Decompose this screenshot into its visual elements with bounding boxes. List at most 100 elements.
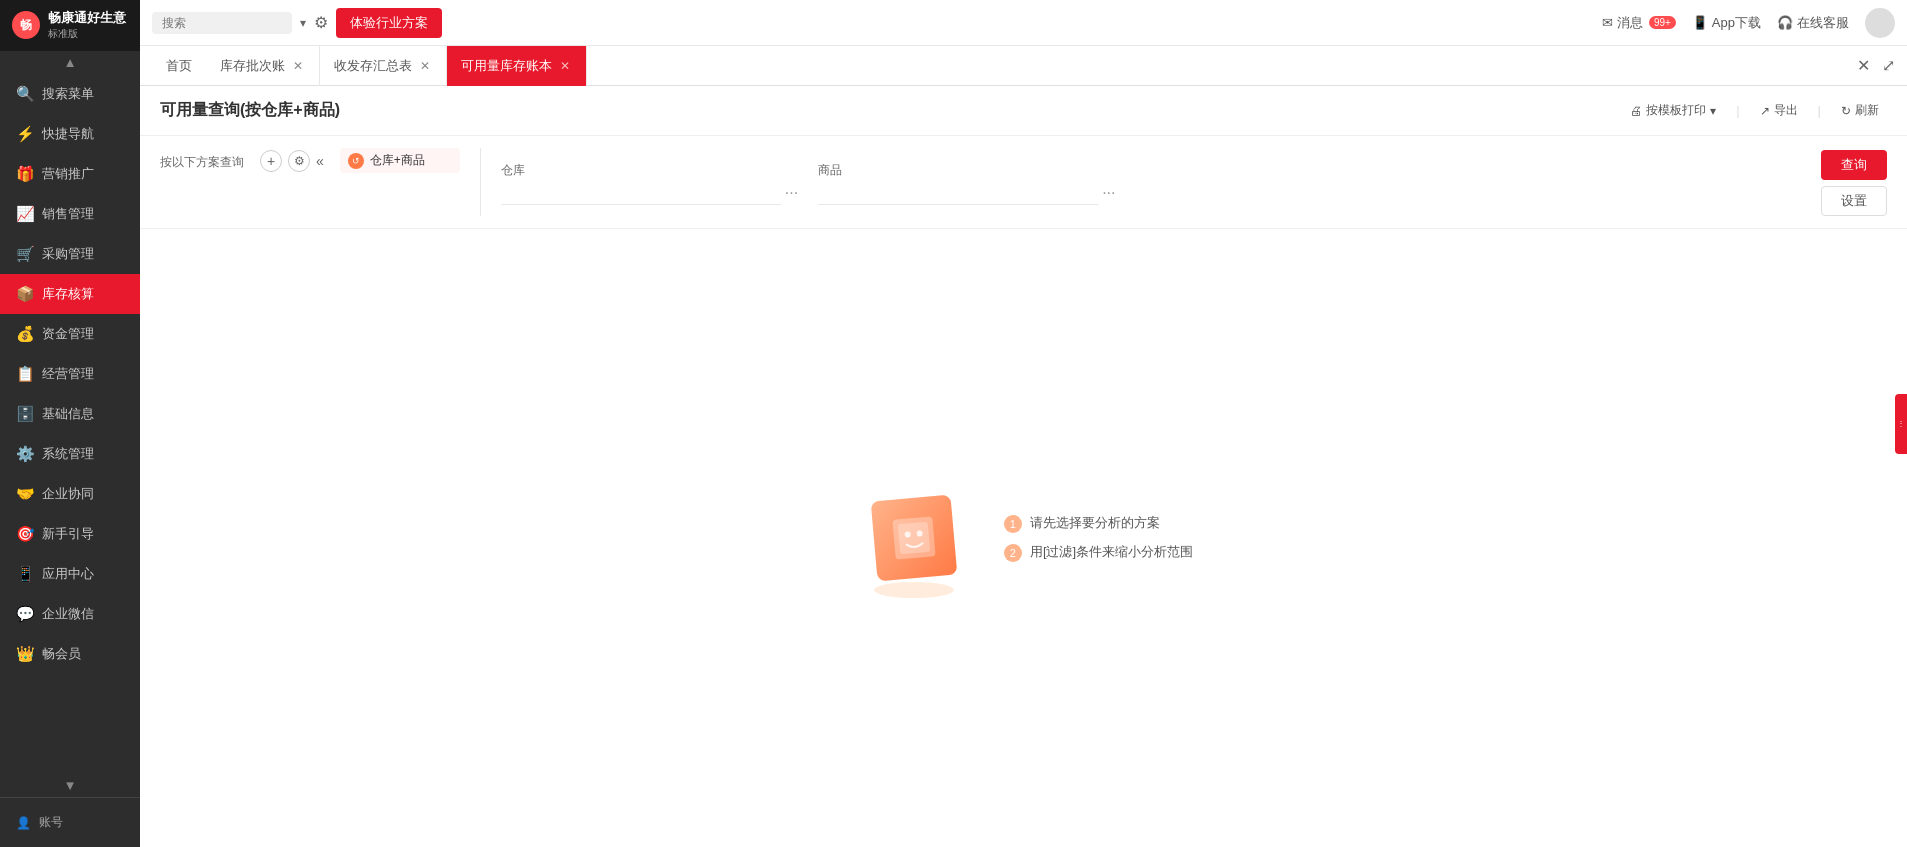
query-inputs: 仓库 ··· 商品 ··· 查询 设置 xyxy=(501,148,1887,216)
tip-number-2: 2 xyxy=(1004,544,1022,562)
sidebar-item-search[interactable]: 🔍 搜索菜单 xyxy=(0,74,140,114)
tab-expand-button[interactable]: ⤢ xyxy=(1878,52,1899,79)
filter-scheme-item[interactable]: ↺ 仓库+商品 xyxy=(340,148,460,173)
sidebar-item-enterprise[interactable]: 🤝 企业协同 xyxy=(0,474,140,514)
sidebar-item-label-system: 系统管理 xyxy=(42,445,94,463)
sidebar-item-system[interactable]: ⚙️ 系统管理 xyxy=(0,434,140,474)
search-icon: 🔍 xyxy=(16,85,34,103)
topbar-gear-button[interactable]: ⚙ xyxy=(314,13,328,32)
sidebar-item-shortcut[interactable]: ⚡ 快捷导航 xyxy=(0,114,140,154)
sidebar-item-finance[interactable]: 💰 资金管理 xyxy=(0,314,140,354)
topbar-right: ✉ 消息 99+ 📱 App下载 🎧 在线客服 xyxy=(1602,8,1895,38)
empty-box-face xyxy=(892,516,935,559)
filter-collapse-button[interactable]: « xyxy=(316,153,324,169)
user-icon: 👤 xyxy=(16,816,31,830)
product-more-button[interactable]: ··· xyxy=(1102,184,1115,202)
sidebar-item-marketing[interactable]: 🎁 营销推广 xyxy=(0,154,140,194)
sidebar-item-operations[interactable]: 📋 经营管理 xyxy=(0,354,140,394)
sidebar-item-label-purchase: 采购管理 xyxy=(42,245,94,263)
sidebar-item-label-guide: 新手引导 xyxy=(42,525,94,543)
tab-home-label: 首页 xyxy=(166,57,192,75)
divider-2: | xyxy=(1818,103,1821,118)
export-icon: ↗ xyxy=(1760,104,1770,118)
customer-service-button[interactable]: 🎧 在线客服 xyxy=(1777,14,1849,32)
basic-icon: 🗄️ xyxy=(16,405,34,423)
tab-home[interactable]: 首页 xyxy=(152,46,206,86)
marketing-icon: 🎁 xyxy=(16,165,34,183)
empty-tip-2: 2 用[过滤]条件来缩小分析范围 xyxy=(1004,543,1193,562)
settings-button[interactable]: 设置 xyxy=(1821,186,1887,216)
search-input[interactable] xyxy=(152,12,292,34)
empty-box-shadow xyxy=(874,582,954,598)
sidebar-bottom-user[interactable]: 👤 账号 xyxy=(0,806,140,839)
query-button[interactable]: 查询 xyxy=(1821,150,1887,180)
tab-batch-account-close[interactable]: ✕ xyxy=(291,59,305,73)
tab-available-ledger-close[interactable]: ✕ xyxy=(558,59,572,73)
template-print-button[interactable]: 🖨 按模板打印 ▾ xyxy=(1622,98,1724,123)
empty-tips: 1 请先选择要分析的方案 2 用[过滤]条件来缩小分析范围 xyxy=(1004,514,1193,562)
filter-area: 按以下方案查询 + ⚙ « ↺ 仓库+商品 仓库 ··· xyxy=(140,136,1907,229)
sidebar-bottom: 👤 账号 xyxy=(0,797,140,847)
svg-rect-0 xyxy=(898,522,931,555)
operations-icon: 📋 xyxy=(16,365,34,383)
tab-close-all-button[interactable]: ✕ xyxy=(1853,52,1874,79)
divider-1: | xyxy=(1736,103,1739,118)
messages-badge: 99+ xyxy=(1649,16,1676,29)
tab-available-ledger[interactable]: 可用量库存账本 ✕ xyxy=(447,46,587,86)
sidebar-item-label-basic: 基础信息 xyxy=(42,405,94,423)
sidebar-item-wechat[interactable]: 💬 企业微信 xyxy=(0,594,140,634)
sidebar-nav: 🔍 搜索菜单 ⚡ 快捷导航 🎁 营销推广 📈 销售管理 🛒 采购管理 📦 库存核… xyxy=(0,74,140,774)
sidebar-item-basic[interactable]: 🗄️ 基础信息 xyxy=(0,394,140,434)
warehouse-input[interactable] xyxy=(501,181,781,205)
sidebar-item-sales[interactable]: 📈 销售管理 xyxy=(0,194,140,234)
messages-button[interactable]: ✉ 消息 99+ xyxy=(1602,14,1676,32)
filter-add-button[interactable]: + xyxy=(260,150,282,172)
right-sidebar-handle[interactable]: ⋮ xyxy=(1895,394,1907,454)
product-input[interactable] xyxy=(818,181,1098,205)
sidebar-item-label-member: 畅会员 xyxy=(42,645,81,663)
page-content: 可用量查询(按仓库+商品) 🖨 按模板打印 ▾ | ↗ 导出 | ↻ 刷新 xyxy=(140,86,1907,847)
tab-receipts-summary-close[interactable]: ✕ xyxy=(418,59,432,73)
sidebar-item-guide[interactable]: 🎯 新手引导 xyxy=(0,514,140,554)
print-dropdown-icon: ▾ xyxy=(1710,104,1716,118)
tab-batch-account[interactable]: 库存批次账 ✕ xyxy=(206,46,320,86)
main-area: ▾ ⚙ 体验行业方案 ✉ 消息 99+ 📱 App下载 🎧 在线客服 首页 xyxy=(140,0,1907,847)
sidebar-item-label-wechat: 企业微信 xyxy=(42,605,94,623)
sidebar-title: 畅康通好生意 xyxy=(48,10,126,27)
warehouse-more-button[interactable]: ··· xyxy=(785,184,798,202)
sidebar-item-label-inventory: 库存核算 xyxy=(42,285,94,303)
headset-icon: 🎧 xyxy=(1777,15,1793,30)
sidebar-item-label-sales: 销售管理 xyxy=(42,205,94,223)
message-icon: ✉ xyxy=(1602,15,1613,30)
scheme-label: 仓库+商品 xyxy=(370,152,425,169)
handle-dots: ⋮ xyxy=(1897,419,1906,428)
filter-settings-button[interactable]: ⚙ xyxy=(288,150,310,172)
filter-scheme-list: ↺ 仓库+商品 xyxy=(340,148,460,173)
export-button[interactable]: ↗ 导出 xyxy=(1752,98,1806,123)
guide-icon: 🎯 xyxy=(16,525,34,543)
dropdown-button[interactable]: ▾ xyxy=(300,16,306,30)
user-avatar[interactable] xyxy=(1865,8,1895,38)
sidebar-item-purchase[interactable]: 🛒 采购管理 xyxy=(0,234,140,274)
sidebar-header: 畅 畅康通好生意 标准版 xyxy=(0,0,140,51)
refresh-button[interactable]: ↻ 刷新 xyxy=(1833,98,1887,123)
sidebar-scroll-up[interactable]: ▲ xyxy=(0,51,140,74)
empty-box-icon xyxy=(871,495,958,582)
tab-receipts-summary[interactable]: 收发存汇总表 ✕ xyxy=(320,46,447,86)
sidebar-item-label-marketing: 营销推广 xyxy=(42,165,94,183)
sidebar-scroll-down[interactable]: ▼ xyxy=(0,774,140,797)
scheme-icon: ↺ xyxy=(348,153,364,169)
sidebar-item-member[interactable]: 👑 畅会员 xyxy=(0,634,140,674)
print-icon: 🖨 xyxy=(1630,104,1642,118)
filter-divider xyxy=(480,148,481,216)
sidebar-item-apps[interactable]: 📱 应用中心 xyxy=(0,554,140,594)
empty-illustration xyxy=(854,478,974,598)
trial-button[interactable]: 体验行业方案 xyxy=(336,8,442,38)
tab-available-ledger-label: 可用量库存账本 xyxy=(461,57,552,75)
sidebar-item-inventory[interactable]: 📦 库存核算 xyxy=(0,274,140,314)
app-download-button[interactable]: 📱 App下载 xyxy=(1692,14,1761,32)
topbar: ▾ ⚙ 体验行业方案 ✉ 消息 99+ 📱 App下载 🎧 在线客服 xyxy=(140,0,1907,46)
filter-action-buttons: + ⚙ « xyxy=(260,148,324,172)
enterprise-icon: 🤝 xyxy=(16,485,34,503)
sidebar-logo: 畅 xyxy=(12,11,40,39)
